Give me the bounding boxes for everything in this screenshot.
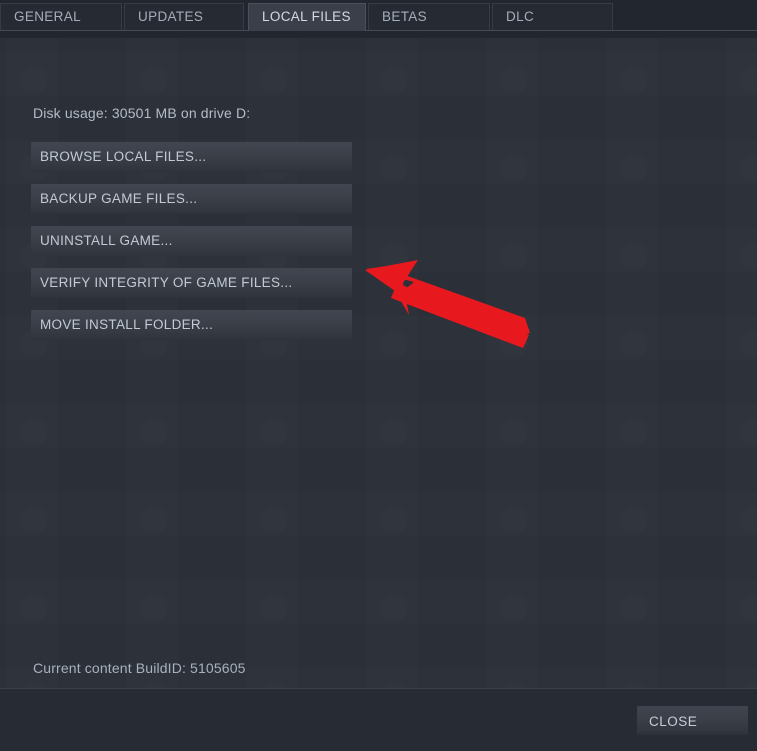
tab-dlc[interactable]: DLC [492,3,613,30]
local-files-actions: BROWSE LOCAL FILES... BACKUP GAME FILES.… [31,142,352,340]
annotation-arrow-icon [355,258,540,348]
dialog-footer: CLOSE [0,688,757,751]
backup-game-files-button[interactable]: BACKUP GAME FILES... [31,184,352,214]
tab-local-files[interactable]: LOCAL FILES [248,3,366,31]
tab-bar: GENERAL UPDATES LOCAL FILES BETAS DLC [0,0,757,38]
tab-general[interactable]: GENERAL [0,3,122,30]
move-install-folder-button[interactable]: MOVE INSTALL FOLDER... [31,310,352,340]
arrow-head-shape [365,260,418,315]
build-id-label: Current content BuildID: 5105605 [33,660,246,676]
close-button[interactable]: CLOSE [637,706,748,735]
background-watermark-pattern [0,38,757,688]
uninstall-game-button[interactable]: UNINSTALL GAME... [31,226,352,256]
tab-betas[interactable]: BETAS [368,3,490,30]
local-files-panel: Disk usage: 30501 MB on drive D: BROWSE … [0,38,757,688]
arrow-tail-shape [391,283,529,348]
browse-local-files-button[interactable]: BROWSE LOCAL FILES... [31,142,352,172]
tab-underline-left [0,30,248,31]
arrow-shape [366,262,530,343]
game-properties-window: GENERAL UPDATES LOCAL FILES BETAS DLC Di… [0,0,757,751]
disk-usage-label: Disk usage: 30501 MB on drive D: [33,105,251,121]
verify-integrity-button[interactable]: VERIFY INTEGRITY OF GAME FILES... [31,268,352,298]
tab-underline-right [366,30,757,31]
tab-updates[interactable]: UPDATES [124,3,244,30]
